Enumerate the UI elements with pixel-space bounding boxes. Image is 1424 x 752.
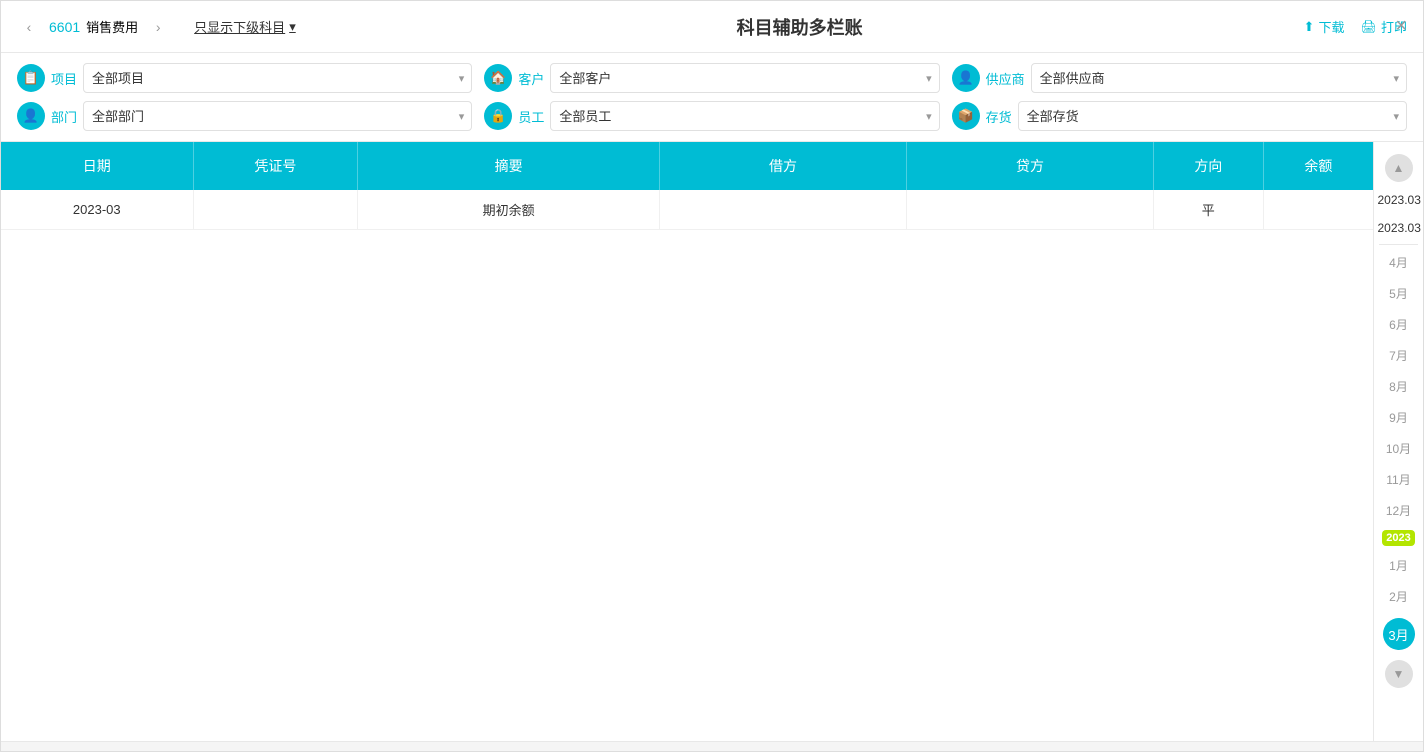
horizontal-scrollbar[interactable]	[1, 741, 1423, 751]
side-divider-1	[1379, 244, 1418, 245]
side-month-9[interactable]: 9月	[1376, 403, 1422, 432]
title-bar: ‹ 6601 销售费用 › 只显示下级科目 ▾ 科目辅助多栏账 ⬆ 下载 🖨 打…	[1, 1, 1423, 53]
side-year-badge[interactable]: 2023	[1382, 530, 1414, 546]
show-sub-button[interactable]: 只显示下级科目 ▾	[194, 17, 296, 36]
table-row: 2023-03 期初余额 平	[1, 190, 1373, 230]
account-code-box: 6601 销售费用	[49, 17, 138, 36]
employee-label: 员工	[518, 107, 544, 126]
account-code: 6601	[49, 19, 80, 35]
filter-row-2: 👤 部门 全部部门 ▾ 🔒 员工 全部员工 ▾	[17, 101, 1407, 131]
filter-department: 👤 部门 全部部门 ▾	[17, 101, 472, 131]
col-voucher: 凭证号	[193, 142, 358, 190]
project-select-wrapper: 全部项目 ▾	[83, 63, 472, 93]
download-button[interactable]: ⬆ 下载	[1304, 17, 1345, 36]
cell-balance	[1263, 190, 1373, 230]
side-month-6[interactable]: 6月	[1376, 310, 1422, 339]
download-icon: ⬆	[1304, 19, 1315, 35]
side-down-button[interactable]: ▼	[1385, 660, 1413, 688]
nav-next-button[interactable]: ›	[146, 15, 170, 39]
cell-debit	[660, 190, 907, 230]
cell-voucher	[193, 190, 358, 230]
side-month-2[interactable]: 2月	[1376, 582, 1422, 611]
employee-select-wrapper: 全部员工 ▾	[550, 101, 939, 131]
side-month-4[interactable]: 4月	[1376, 248, 1422, 277]
customer-select[interactable]: 全部客户	[550, 63, 939, 93]
project-select[interactable]: 全部项目	[83, 63, 472, 93]
side-month-5[interactable]: 5月	[1376, 279, 1422, 308]
customer-label: 客户	[518, 69, 544, 88]
table-container: 日期 凭证号 摘要 借方 贷方 方向 余额 2023-03 期初余额 平	[1, 142, 1423, 741]
department-icon: 👤	[17, 102, 45, 130]
employee-icon: 🔒	[484, 102, 512, 130]
filter-supplier: 👤 供应商 全部供应商 ▾	[952, 63, 1407, 93]
supplier-select[interactable]: 全部供应商	[1031, 63, 1407, 93]
inventory-icon: 📦	[952, 102, 980, 130]
filter-inventory: 📦 存货 全部存货 ▾	[952, 101, 1407, 131]
col-summary: 摘要	[358, 142, 660, 190]
side-month-7[interactable]: 7月	[1376, 341, 1422, 370]
main-window: ‹ 6601 销售费用 › 只显示下级科目 ▾ 科目辅助多栏账 ⬆ 下载 🖨 打…	[0, 0, 1424, 752]
inventory-select[interactable]: 全部存货	[1018, 101, 1407, 131]
supplier-icon: 👤	[952, 64, 980, 92]
col-direction: 方向	[1153, 142, 1263, 190]
side-period-2[interactable]: 2023.03	[1376, 215, 1422, 241]
filter-row-1: 📋 项目 全部项目 ▾ 🏠 客户 全部客户 ▾	[17, 63, 1407, 93]
side-month-12[interactable]: 12月	[1376, 496, 1422, 525]
department-select[interactable]: 全部部门	[83, 101, 472, 131]
download-label: 下载	[1318, 17, 1344, 36]
cell-credit	[906, 190, 1153, 230]
customer-select-wrapper: 全部客户 ▾	[550, 63, 939, 93]
supplier-select-wrapper: 全部供应商 ▾	[1031, 63, 1407, 93]
side-period-1[interactable]: 2023.03	[1376, 187, 1422, 213]
filter-customer: 🏠 客户 全部客户 ▾	[484, 63, 939, 93]
employee-select[interactable]: 全部员工	[550, 101, 939, 131]
side-month-3-active[interactable]: 3月	[1383, 618, 1415, 650]
side-up-button[interactable]: ▲	[1385, 154, 1413, 182]
toolbar-right: ⬆ 下载 🖨 打印	[1304, 17, 1407, 36]
nav-prev-button[interactable]: ‹	[17, 15, 41, 39]
ledger-table: 日期 凭证号 摘要 借方 贷方 方向 余额 2023-03 期初余额 平	[1, 142, 1373, 230]
cell-date: 2023-03	[1, 190, 193, 230]
side-month-8[interactable]: 8月	[1376, 372, 1422, 401]
side-month-10[interactable]: 10月	[1376, 434, 1422, 463]
col-date: 日期	[1, 142, 193, 190]
customer-icon: 🏠	[484, 64, 512, 92]
col-credit: 贷方	[906, 142, 1153, 190]
table-header-row: 日期 凭证号 摘要 借方 贷方 方向 余额	[1, 142, 1373, 190]
side-month-1[interactable]: 1月	[1376, 551, 1422, 580]
filter-project: 📋 项目 全部项目 ▾	[17, 63, 472, 93]
filter-bar: 📋 项目 全部项目 ▾ 🏠 客户 全部客户 ▾	[1, 53, 1423, 142]
supplier-label: 供应商	[986, 69, 1025, 88]
page-title: 科目辅助多栏账	[296, 14, 1304, 40]
account-name: 销售费用	[86, 17, 138, 36]
department-label: 部门	[51, 107, 77, 126]
inventory-select-wrapper: 全部存货 ▾	[1018, 101, 1407, 131]
show-sub-label: 只显示下级科目	[194, 17, 285, 36]
print-icon: 🖨	[1360, 19, 1377, 35]
col-debit: 借方	[660, 142, 907, 190]
inventory-label: 存货	[986, 107, 1012, 126]
col-balance: 余额	[1263, 142, 1373, 190]
close-button[interactable]: ×	[1395, 15, 1407, 38]
project-icon: 📋	[17, 64, 45, 92]
project-label: 项目	[51, 69, 77, 88]
side-month-11[interactable]: 11月	[1376, 465, 1422, 494]
filter-employee: 🔒 员工 全部员工 ▾	[484, 101, 939, 131]
cell-direction: 平	[1153, 190, 1263, 230]
cell-summary: 期初余额	[358, 190, 660, 230]
department-select-wrapper: 全部部门 ▾	[83, 101, 472, 131]
side-panel: ▲ 2023.03 2023.03 4月 5月 6月 7月 8月 9月 10月 …	[1373, 142, 1423, 741]
scrollbar-track	[1, 742, 1423, 751]
